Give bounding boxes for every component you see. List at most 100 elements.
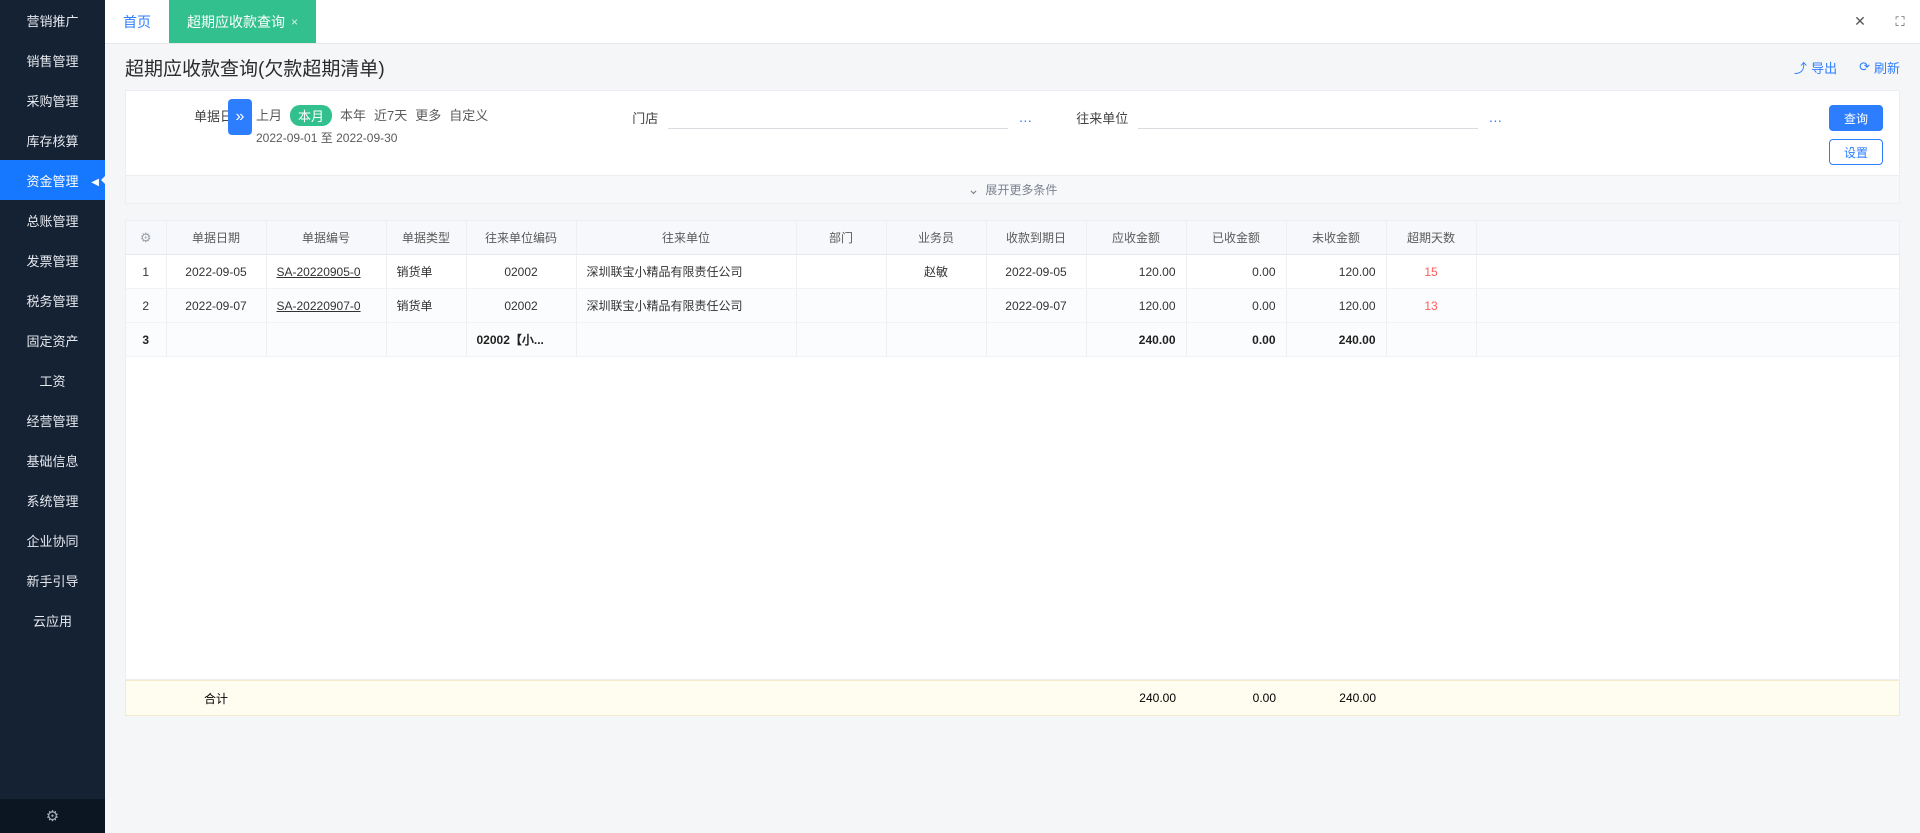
- total-label: 合计: [166, 690, 266, 707]
- col-date[interactable]: 单据日期: [166, 221, 266, 255]
- sidebar-item-system[interactable]: 系统管理: [0, 480, 105, 520]
- col-overdue-days[interactable]: 超期天数: [1386, 221, 1476, 255]
- refresh-icon: [1859, 59, 1870, 75]
- cell-paid: 0.00: [1186, 323, 1286, 357]
- filter-collapse-toggle[interactable]: [228, 99, 252, 135]
- col-receivable[interactable]: 应收金额: [1086, 221, 1186, 255]
- preset-this-month[interactable]: 本月: [290, 105, 332, 126]
- sidebar-item-marketing[interactable]: 营销推广: [0, 0, 105, 40]
- preset-this-year[interactable]: 本年: [340, 105, 366, 126]
- col-received[interactable]: 已收金额: [1186, 221, 1286, 255]
- total-recv: 240.00: [1086, 691, 1186, 705]
- tabbar: 首页 超期应收款查询 ×: [105, 0, 1920, 44]
- query-button[interactable]: 查询: [1829, 105, 1883, 131]
- store-input[interactable]: [668, 105, 1008, 129]
- store-picker-more[interactable]: …: [1018, 109, 1032, 125]
- main: 首页 超期应收款查询 × 超期应收款查询(欠款超期清单) 导出 刷新 单据日期 …: [105, 0, 1920, 833]
- date-presets: 上月 本月 本年 近7天 更多 自定义: [256, 105, 488, 126]
- col-settings[interactable]: [126, 221, 166, 255]
- tab-home[interactable]: 首页: [105, 0, 169, 43]
- sidebar-item-payroll[interactable]: 工资: [0, 360, 105, 400]
- table-header-row: 单据日期 单据编号 单据类型 往来单位编码 往来单位 部门 业务员 收款到期日 …: [126, 221, 1899, 255]
- caret-left-icon: [91, 173, 99, 188]
- cell-docno[interactable]: SA-20220907-0: [266, 289, 386, 323]
- preset-prev-month[interactable]: 上月: [256, 105, 282, 126]
- export-label: 导出: [1811, 58, 1837, 77]
- cell-partner-code: 02002: [466, 255, 576, 289]
- cell-recv: 120.00: [1086, 289, 1186, 323]
- expand-label: 展开更多条件: [985, 181, 1057, 198]
- cell-unpaid: 240.00: [1286, 323, 1386, 357]
- docno-link[interactable]: SA-20220907-0: [277, 299, 361, 313]
- cell-recv: 240.00: [1086, 323, 1186, 357]
- tab-label: 超期应收款查询: [187, 12, 285, 32]
- preset-last7[interactable]: 近7天: [374, 105, 407, 126]
- sidebar-item-fixed-assets[interactable]: 固定资产: [0, 320, 105, 360]
- cell-type: 销货单: [386, 255, 466, 289]
- export-button[interactable]: 导出: [1794, 58, 1837, 77]
- cell-partner: 深圳联宝小精品有限责任公司: [576, 255, 796, 289]
- fullscreen-button[interactable]: [1880, 0, 1920, 43]
- gear-icon: [46, 807, 59, 826]
- cell-partner-code: 02002: [466, 289, 576, 323]
- docno-link[interactable]: SA-20220905-0: [277, 265, 361, 279]
- total-paid: 0.00: [1186, 691, 1286, 705]
- cell-date: 2022-09-07: [166, 289, 266, 323]
- close-tab-button[interactable]: [1840, 0, 1880, 43]
- sidebar-item-invoice[interactable]: 发票管理: [0, 240, 105, 280]
- col-dept[interactable]: 部门: [796, 221, 886, 255]
- sidebar-item-sales[interactable]: 销售管理: [0, 40, 105, 80]
- sidebar-item-tax[interactable]: 税务管理: [0, 280, 105, 320]
- cell-sales: 赵敏: [886, 255, 986, 289]
- sidebar-settings-button[interactable]: [0, 799, 105, 833]
- preset-more[interactable]: 更多: [415, 105, 441, 126]
- sidebar-item-basic-info[interactable]: 基础信息: [0, 440, 105, 480]
- refresh-button[interactable]: 刷新: [1859, 58, 1900, 77]
- cell-docno[interactable]: SA-20220905-0: [266, 255, 386, 289]
- col-type[interactable]: 单据类型: [386, 221, 466, 255]
- col-partner-code[interactable]: 往来单位编码: [466, 221, 576, 255]
- cell-partner-code: 02002【小...: [466, 323, 576, 357]
- col-docno[interactable]: 单据编号: [266, 221, 386, 255]
- sidebar-item-collab[interactable]: 企业协同: [0, 520, 105, 560]
- sidebar-item-operations[interactable]: 经营管理: [0, 400, 105, 440]
- settings-button[interactable]: 设置: [1829, 139, 1883, 165]
- partner-picker-more[interactable]: …: [1488, 109, 1502, 125]
- cell-unpaid: 120.00: [1286, 255, 1386, 289]
- chevrons-down-icon: [968, 183, 980, 197]
- sidebar-item-inventory[interactable]: 库存核算: [0, 120, 105, 160]
- preset-custom[interactable]: 自定义: [449, 105, 488, 126]
- tab-close-icon[interactable]: ×: [291, 15, 298, 29]
- sidebar-item-onboarding[interactable]: 新手引导: [0, 560, 105, 600]
- cell-dept: [796, 255, 886, 289]
- cell-days: 13: [1386, 289, 1476, 323]
- cell-dept: [796, 289, 886, 323]
- sidebar-item-cloud[interactable]: 云应用: [0, 600, 105, 640]
- cell-type: 销货单: [386, 289, 466, 323]
- cell-sales: [886, 289, 986, 323]
- cell-paid: 0.00: [1186, 255, 1286, 289]
- sidebar-item-label: 资金管理: [26, 171, 78, 190]
- table-row[interactable]: 1 2022-09-05 SA-20220905-0 销货单 02002 深圳联…: [126, 255, 1899, 289]
- total-unpaid: 240.00: [1286, 691, 1386, 705]
- cell-recv: 120.00: [1086, 255, 1186, 289]
- col-partner[interactable]: 往来单位: [576, 221, 796, 255]
- total-row: 合计 240.00 0.00 240.00: [125, 680, 1900, 716]
- sidebar-item-purchase[interactable]: 采购管理: [0, 80, 105, 120]
- table-row[interactable]: 2 2022-09-07 SA-20220907-0 销货单 02002 深圳联…: [126, 289, 1899, 323]
- sidebar-item-gl[interactable]: 总账管理: [0, 200, 105, 240]
- expand-filter-button[interactable]: 展开更多条件: [126, 175, 1899, 203]
- cell-date: 2022-09-05: [166, 255, 266, 289]
- partner-label: 往来单位: [1072, 108, 1128, 127]
- date-to-sep: 至: [321, 131, 333, 145]
- tab-overdue-receivables[interactable]: 超期应收款查询 ×: [169, 0, 316, 43]
- cell-idx: 1: [126, 255, 166, 289]
- sidebar-item-funds[interactable]: 资金管理: [0, 160, 105, 200]
- page-title: 超期应收款查询(欠款超期清单): [125, 54, 385, 81]
- col-due[interactable]: 收款到期日: [986, 221, 1086, 255]
- col-sales[interactable]: 业务员: [886, 221, 986, 255]
- sidebar: 营销推广 销售管理 采购管理 库存核算 资金管理 总账管理 发票管理 税务管理 …: [0, 0, 105, 833]
- partner-input[interactable]: [1138, 105, 1478, 129]
- cell-days: 15: [1386, 255, 1476, 289]
- col-unreceived[interactable]: 未收金额: [1286, 221, 1386, 255]
